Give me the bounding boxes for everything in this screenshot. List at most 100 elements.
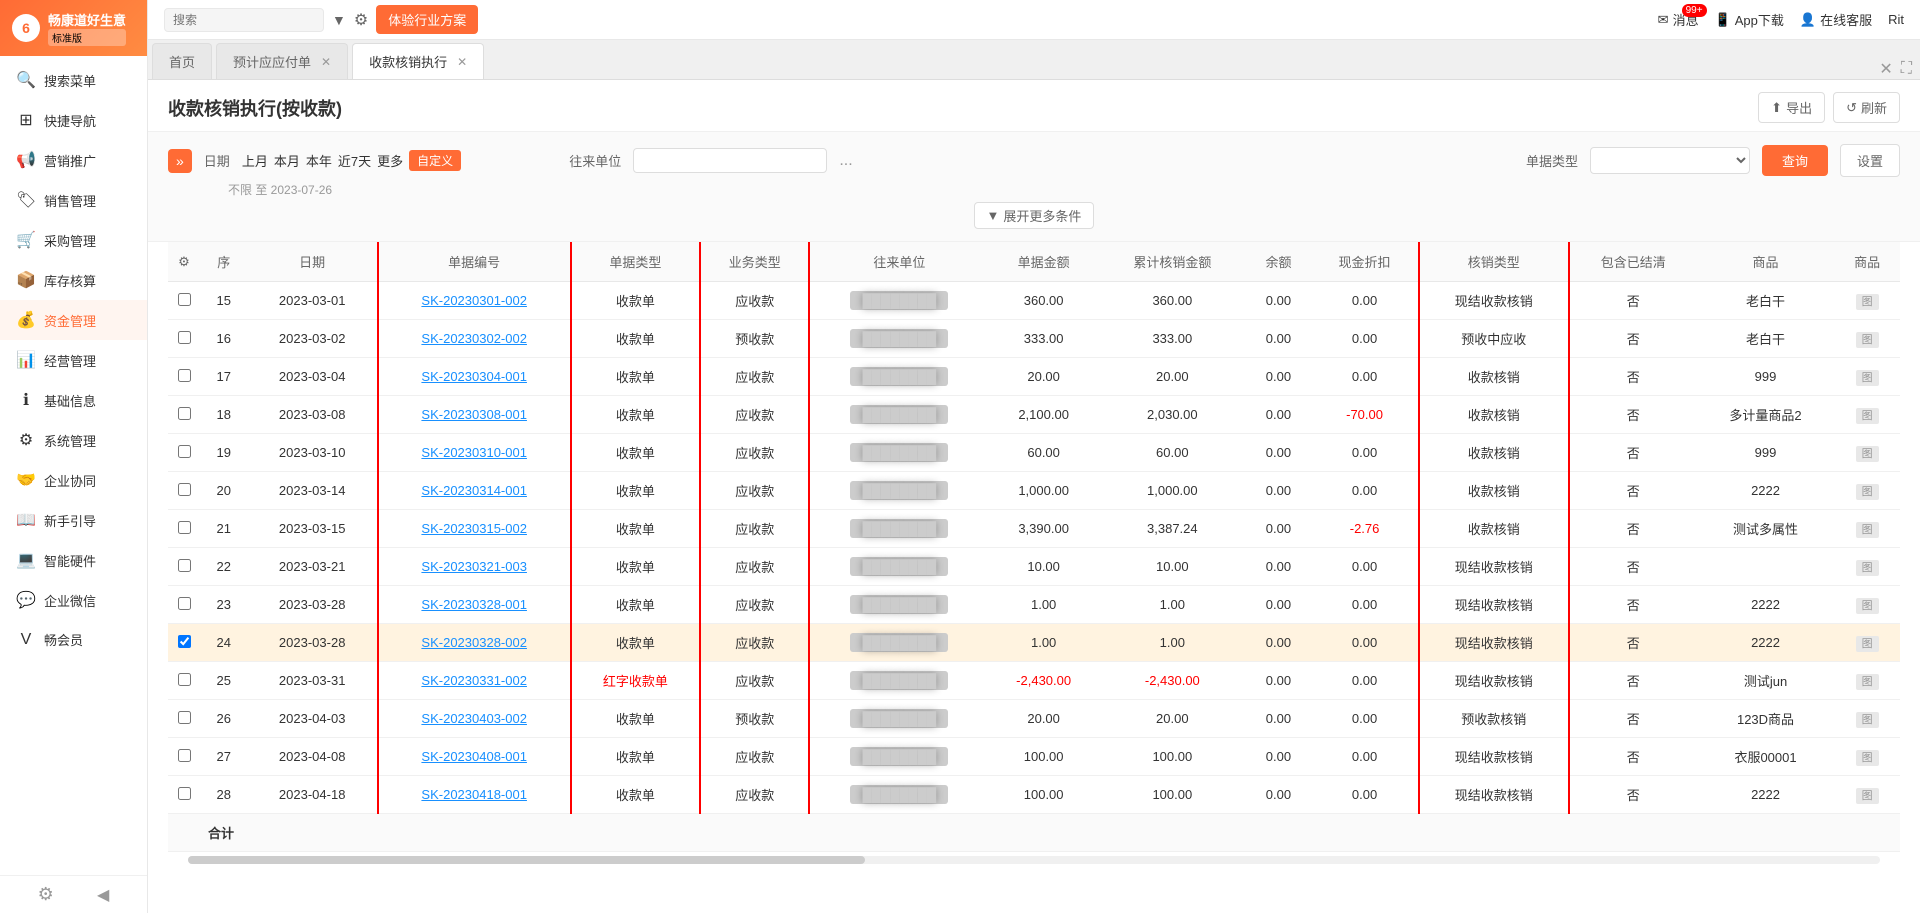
doc-no-link[interactable]: SK-20230304-001 [421, 369, 527, 384]
filter-more[interactable]: 更多 [377, 151, 403, 170]
doc-no-link[interactable]: SK-20230328-002 [421, 635, 527, 650]
tab-home[interactable]: 首页 [152, 43, 212, 79]
filter-expand-btn[interactable]: » [168, 149, 192, 173]
sidebar-item-sales[interactable]: 🏷销售管理 [0, 180, 147, 220]
doc-no-link[interactable]: SK-20230331-002 [421, 673, 527, 688]
sidebar-item-corp[interactable]: 🤝企业协同 [0, 460, 147, 500]
tab-close-prepay[interactable]: ✕ [321, 55, 331, 69]
cell-checkbox[interactable] [168, 358, 200, 396]
topbar-gear-btn[interactable]: ⚙ [354, 10, 368, 30]
table-row[interactable]: 22 2023-03-21 SK-20230321-003 收款单 应收款 ██… [168, 548, 1900, 586]
doc-no-link[interactable]: SK-20230321-003 [421, 559, 527, 574]
doc-no-link[interactable]: SK-20230315-002 [421, 521, 527, 536]
table-row[interactable]: 28 2023-04-18 SK-20230418-001 收款单 应收款 ██… [168, 776, 1900, 814]
filter-last-month[interactable]: 上月 [242, 151, 268, 170]
cell-writeoff-type: 收款核销 [1419, 358, 1569, 396]
sidebar-collapse-icon[interactable]: ◀ [97, 885, 109, 905]
cell-checkbox[interactable] [168, 624, 200, 662]
sidebar-item-wechat[interactable]: 💬企业微信 [0, 580, 147, 620]
table-row[interactable]: 16 2023-03-02 SK-20230302-002 收款单 预收款 ██… [168, 320, 1900, 358]
table-row[interactable]: 21 2023-03-15 SK-20230315-002 收款单 应收款 ██… [168, 510, 1900, 548]
sidebar-item-inventory[interactable]: 📦库存核算 [0, 260, 147, 300]
doc-no-link[interactable]: SK-20230328-001 [421, 597, 527, 612]
cell-checkbox[interactable] [168, 472, 200, 510]
table-row[interactable]: 18 2023-03-08 SK-20230308-001 收款单 应收款 ██… [168, 396, 1900, 434]
filter-doctype-select[interactable] [1590, 147, 1750, 174]
sidebar-item-marketing[interactable]: 📢营销推广 [0, 140, 147, 180]
sidebar-item-member[interactable]: V畅会员 [0, 620, 147, 659]
cell-date: 2023-03-28 [248, 586, 378, 624]
cell-checkbox[interactable] [168, 320, 200, 358]
sidebar-item-basic[interactable]: ℹ基础信息 [0, 380, 147, 420]
filter-this-month[interactable]: 本月 [274, 151, 300, 170]
filter-dots[interactable]: ... [839, 152, 852, 170]
th-settings[interactable]: ⚙ [168, 242, 200, 282]
tab-close-receipt[interactable]: ✕ [457, 55, 467, 69]
doc-no-link[interactable]: SK-20230418-001 [421, 787, 527, 802]
tab-prepay[interactable]: 预计应应付单✕ [216, 43, 348, 79]
filter-custom[interactable]: 自定义 [409, 150, 461, 171]
total-writeoff-type [1419, 814, 1569, 852]
tabbar-close-btn[interactable]: ✕ [1879, 59, 1892, 79]
topbar-dropdown-btn[interactable]: ▼ [332, 12, 346, 28]
cell-no: 28 [200, 776, 248, 814]
topbar-app-download-btn[interactable]: 📱 App下载 [1715, 10, 1784, 29]
doc-no-link[interactable]: SK-20230301-002 [421, 293, 527, 308]
table-row[interactable]: 26 2023-04-03 SK-20230403-002 收款单 预收款 ██… [168, 700, 1900, 738]
table-row[interactable]: 25 2023-03-31 SK-20230331-002 红字收款单 应收款 … [168, 662, 1900, 700]
refresh-button[interactable]: ↺ 刷新 [1833, 92, 1900, 123]
cell-checkbox[interactable] [168, 434, 200, 472]
filter-settings-btn[interactable]: 设置 [1840, 144, 1900, 177]
table-row[interactable]: 17 2023-03-04 SK-20230304-001 收款单 应收款 ██… [168, 358, 1900, 396]
cell-checkbox[interactable] [168, 548, 200, 586]
cell-doc-no: SK-20230308-001 [378, 396, 571, 434]
tab-receipt[interactable]: 收款核销执行✕ [352, 43, 484, 79]
cell-partner: ████████ [809, 282, 988, 320]
filter-partner-input[interactable] [633, 148, 827, 173]
cell-checkbox[interactable] [168, 510, 200, 548]
cell-checkbox[interactable] [168, 776, 200, 814]
cell-checkbox[interactable] [168, 738, 200, 776]
doc-no-link[interactable]: SK-20230314-001 [421, 483, 527, 498]
doc-no-link[interactable]: SK-20230408-001 [421, 749, 527, 764]
sidebar-item-system[interactable]: ⚙系统管理 [0, 420, 147, 460]
cell-partner: ████████ [809, 662, 988, 700]
table-row[interactable]: 24 2023-03-28 SK-20230328-002 收款单 应收款 ██… [168, 624, 1900, 662]
filter-query-btn[interactable]: 查询 [1762, 145, 1828, 176]
cell-checkbox[interactable] [168, 700, 200, 738]
cell-checkbox[interactable] [168, 396, 200, 434]
sidebar-item-hardware[interactable]: 💻智能硬件 [0, 540, 147, 580]
sidebar-gear-icon[interactable]: ⚙ [38, 884, 54, 905]
sidebar-item-search[interactable]: 🔍搜索菜单 [0, 60, 147, 100]
topbar-message-btn[interactable]: ✉ 消息 99+ [1658, 10, 1699, 29]
sidebar-item-purchase[interactable]: 🛒采购管理 [0, 220, 147, 260]
sidebar-item-guide[interactable]: 📖新手引导 [0, 500, 147, 540]
table-scrollbar[interactable] [188, 856, 1880, 864]
cell-checkbox[interactable] [168, 586, 200, 624]
doc-no-link[interactable]: SK-20230308-001 [421, 407, 527, 422]
tabbar-expand-btn[interactable]: ⛶ [1901, 60, 1912, 78]
filter-expand-more-btn[interactable]: ▼ 展开更多条件 [974, 202, 1095, 229]
topbar-search-input[interactable] [164, 8, 324, 32]
cell-checkbox[interactable] [168, 662, 200, 700]
sidebar-item-shortcut[interactable]: ⊞快捷导航 [0, 100, 147, 140]
sidebar-label-corp: 企业协同 [44, 471, 96, 490]
table-row[interactable]: 27 2023-04-08 SK-20230408-001 收款单 应收款 ██… [168, 738, 1900, 776]
doc-no-link[interactable]: SK-20230403-002 [421, 711, 527, 726]
filter-this-year[interactable]: 本年 [306, 151, 332, 170]
topbar-service-btn[interactable]: 👤 在线客服 [1800, 10, 1872, 29]
table-row[interactable]: 23 2023-03-28 SK-20230328-001 收款单 应收款 ██… [168, 586, 1900, 624]
doc-no-link[interactable]: SK-20230302-002 [421, 331, 527, 346]
sidebar-label-basic: 基础信息 [44, 391, 96, 410]
table-row[interactable]: 20 2023-03-14 SK-20230314-001 收款单 应收款 ██… [168, 472, 1900, 510]
doc-no-link[interactable]: SK-20230310-001 [421, 445, 527, 460]
topbar-solution-btn[interactable]: 体验行业方案 [376, 5, 478, 34]
sidebar-item-operation[interactable]: 📊经营管理 [0, 340, 147, 380]
table-row[interactable]: 15 2023-03-01 SK-20230301-002 收款单 应收款 ██… [168, 282, 1900, 320]
cell-checkbox[interactable] [168, 282, 200, 320]
sidebar-item-finance[interactable]: 💰资金管理 [0, 300, 147, 340]
table-row[interactable]: 19 2023-03-10 SK-20230310-001 收款单 应收款 ██… [168, 434, 1900, 472]
export-button[interactable]: ⬆ 导出 [1758, 92, 1825, 123]
filter-7days[interactable]: 近7天 [338, 151, 371, 170]
cell-amount: 60.00 [988, 434, 1099, 472]
